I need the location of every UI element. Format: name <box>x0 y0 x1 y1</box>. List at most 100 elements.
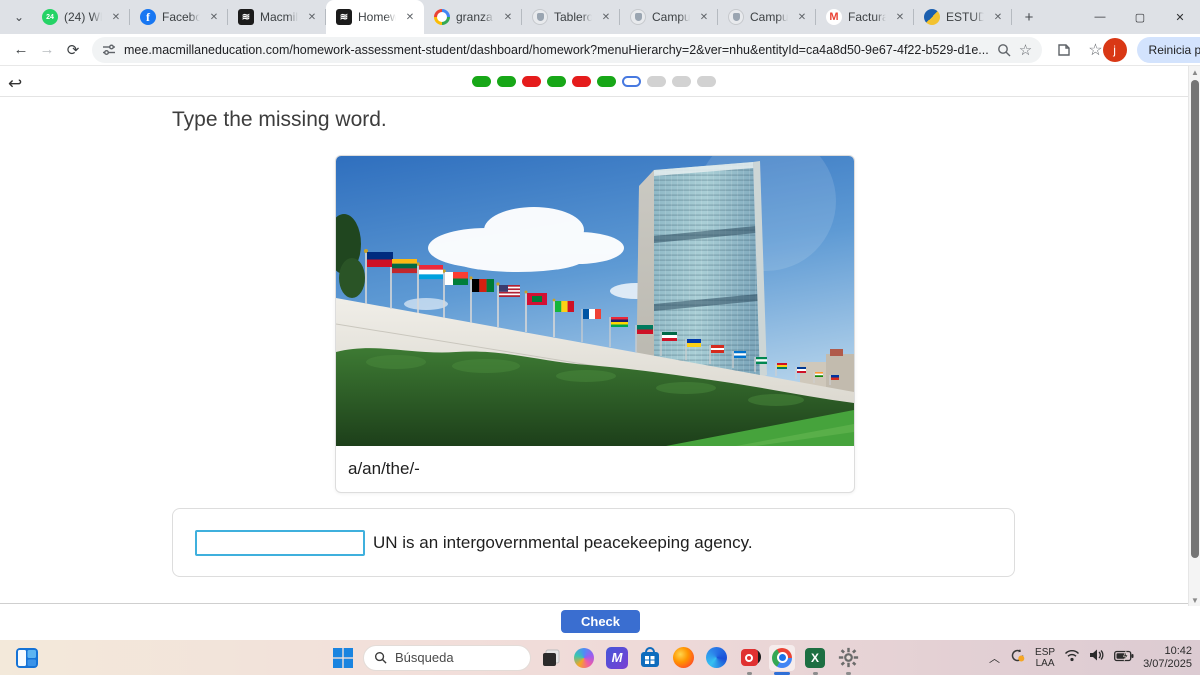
footer-divider <box>0 603 1200 604</box>
progress-pill-current[interactable] <box>622 76 641 87</box>
homework-page: ↩ Type the missing word. a/an/the/- UN i… <box>0 66 1200 640</box>
word-options-caption: a/an/the/- <box>348 459 420 478</box>
edge-icon[interactable] <box>703 645 729 671</box>
tab-macmillan[interactable]: ≋ Macmillan ✕ <box>228 0 326 34</box>
excel-icon[interactable]: X <box>802 645 828 675</box>
scroll-down-icon[interactable]: ▼ <box>1189 594 1200 606</box>
progress-pill[interactable] <box>522 76 541 87</box>
close-window-button[interactable]: ✕ <box>1160 0 1200 34</box>
running-indicator <box>846 671 851 675</box>
start-button[interactable] <box>330 645 356 671</box>
maximize-button[interactable]: ▢ <box>1120 0 1160 34</box>
taskbar-center: Búsqueda M X <box>330 644 861 675</box>
tab-close-icon[interactable]: ✕ <box>402 9 418 25</box>
restart-label: Reinicia para actualizar <box>1148 42 1200 57</box>
reading-list-icon[interactable] <box>1056 42 1072 58</box>
scroll-up-icon[interactable]: ▲ <box>1189 66 1200 78</box>
progress-pill[interactable] <box>497 76 516 87</box>
new-tab-button[interactable]: + <box>1016 4 1042 30</box>
macmillan-app-icon[interactable]: M <box>604 645 630 671</box>
active-app-indicator <box>774 671 790 675</box>
tab-search-chevron-icon[interactable]: ⌄ <box>6 4 32 30</box>
sync-update-icon[interactable] <box>1009 647 1026 669</box>
progress-pill[interactable] <box>697 76 716 87</box>
tab-close-icon[interactable]: ✕ <box>206 9 222 25</box>
site-settings-icon[interactable] <box>102 43 116 57</box>
tab-facturacion[interactable]: M Facturació ✕ <box>816 0 914 34</box>
time-text: 10:42 <box>1164 644 1192 657</box>
wifi-icon[interactable] <box>1064 649 1080 667</box>
forward-button[interactable]: → <box>34 37 60 63</box>
facebook-icon: f <box>140 9 156 25</box>
window-controls: — ▢ ✕ <box>1080 0 1200 34</box>
task-view-icon[interactable] <box>538 645 564 671</box>
page-scrollbar[interactable]: ▲ ▼ <box>1188 66 1200 606</box>
tab-title: Facturació <box>848 10 886 24</box>
battery-icon[interactable] <box>1114 649 1134 667</box>
tab-title: Facebook <box>162 10 200 24</box>
date-text: 3/07/2025 <box>1143 657 1192 670</box>
search-icon <box>374 651 387 664</box>
tab-title: ESTUDIO <box>946 10 984 24</box>
system-tray: ︿ ESP LAA 10:42 3/07/2025 <box>989 645 1192 671</box>
chrome-icon[interactable] <box>769 644 795 675</box>
tab-facebook[interactable]: f Facebook ✕ <box>130 0 228 34</box>
widgets-icon[interactable] <box>14 645 40 671</box>
tab-campus-2[interactable]: Campus V ✕ <box>718 0 816 34</box>
campus-crest-icon <box>532 9 548 25</box>
tab-close-icon[interactable]: ✕ <box>304 9 320 25</box>
progress-pill[interactable] <box>597 76 616 87</box>
tab-close-icon[interactable]: ✕ <box>892 9 908 25</box>
bookmark-star-icon[interactable]: ☆ <box>1019 41 1032 59</box>
minimize-button[interactable]: — <box>1080 0 1120 34</box>
tab-close-icon[interactable]: ✕ <box>108 9 124 25</box>
taskbar-search-input[interactable]: Búsqueda <box>363 644 531 671</box>
tab-whatsapp[interactable]: 24 (24) Whats ✕ <box>32 0 130 34</box>
microsoft-store-icon[interactable] <box>637 645 663 671</box>
language-indicator[interactable]: ESP LAA <box>1035 647 1055 669</box>
favorites-sparkle-icon[interactable]: ☆ <box>1088 40 1102 60</box>
progress-pill[interactable] <box>472 76 491 87</box>
tab-campus-1[interactable]: Campus V ✕ <box>620 0 718 34</box>
address-bar[interactable]: mee.macmillaneducation.com/homework-asse… <box>92 36 1043 63</box>
tab-close-icon[interactable]: ✕ <box>598 9 614 25</box>
tab-estudio[interactable]: ESTUDIO ✕ <box>914 0 1012 34</box>
estudio-icon <box>924 9 940 25</box>
answer-input[interactable] <box>195 529 365 556</box>
screen: ⌄ 24 (24) Whats ✕ f Facebook ✕ ≋ Macmill… <box>0 0 1200 675</box>
tab-close-icon[interactable]: ✕ <box>794 9 810 25</box>
tab-homework-active[interactable]: ≋ Homework ✕ <box>326 0 424 34</box>
campus-crest-icon <box>630 9 646 25</box>
check-button[interactable]: Check <box>561 610 640 633</box>
firefox-icon[interactable] <box>670 645 696 671</box>
google-icon <box>434 9 450 25</box>
volume-icon[interactable] <box>1089 648 1105 667</box>
tab-close-icon[interactable]: ✕ <box>990 9 1006 25</box>
tab-close-icon[interactable]: ✕ <box>696 9 712 25</box>
tab-granza[interactable]: granza - B ✕ <box>424 0 522 34</box>
profile-avatar[interactable]: j <box>1102 37 1127 62</box>
tab-title: (24) Whats <box>64 10 102 24</box>
restart-to-update-button[interactable]: Reinicia para actualizar ⋮ <box>1136 36 1200 63</box>
progress-pill[interactable] <box>572 76 591 87</box>
activity-instruction: Type the missing word. <box>172 108 387 131</box>
tray-chevron-icon[interactable]: ︿ <box>989 650 1000 666</box>
macmillan-icon: ≋ <box>336 9 352 25</box>
zoom-icon[interactable] <box>997 43 1011 57</box>
tab-title: Homework <box>358 10 396 24</box>
progress-pill[interactable] <box>647 76 666 87</box>
tab-tablero[interactable]: Tablero ✕ <box>522 0 620 34</box>
copilot-icon[interactable] <box>571 645 597 671</box>
tab-close-icon[interactable]: ✕ <box>500 9 516 25</box>
windows-taskbar: Búsqueda M X ︿ ESP LAA 10:42 3/07/2025 <box>0 640 1200 675</box>
clock[interactable]: 10:42 3/07/2025 <box>1143 645 1192 671</box>
reload-button[interactable]: ⟳ <box>60 37 86 63</box>
back-button[interactable]: ← <box>8 37 34 63</box>
header-divider <box>0 96 1188 97</box>
progress-pill[interactable] <box>672 76 691 87</box>
settings-gear-icon[interactable] <box>835 645 861 675</box>
scrollbar-thumb[interactable] <box>1191 80 1199 558</box>
progress-pill[interactable] <box>547 76 566 87</box>
question-card: UN is an intergovernmental peacekeeping … <box>172 508 1015 577</box>
media-player-icon[interactable] <box>736 645 762 675</box>
